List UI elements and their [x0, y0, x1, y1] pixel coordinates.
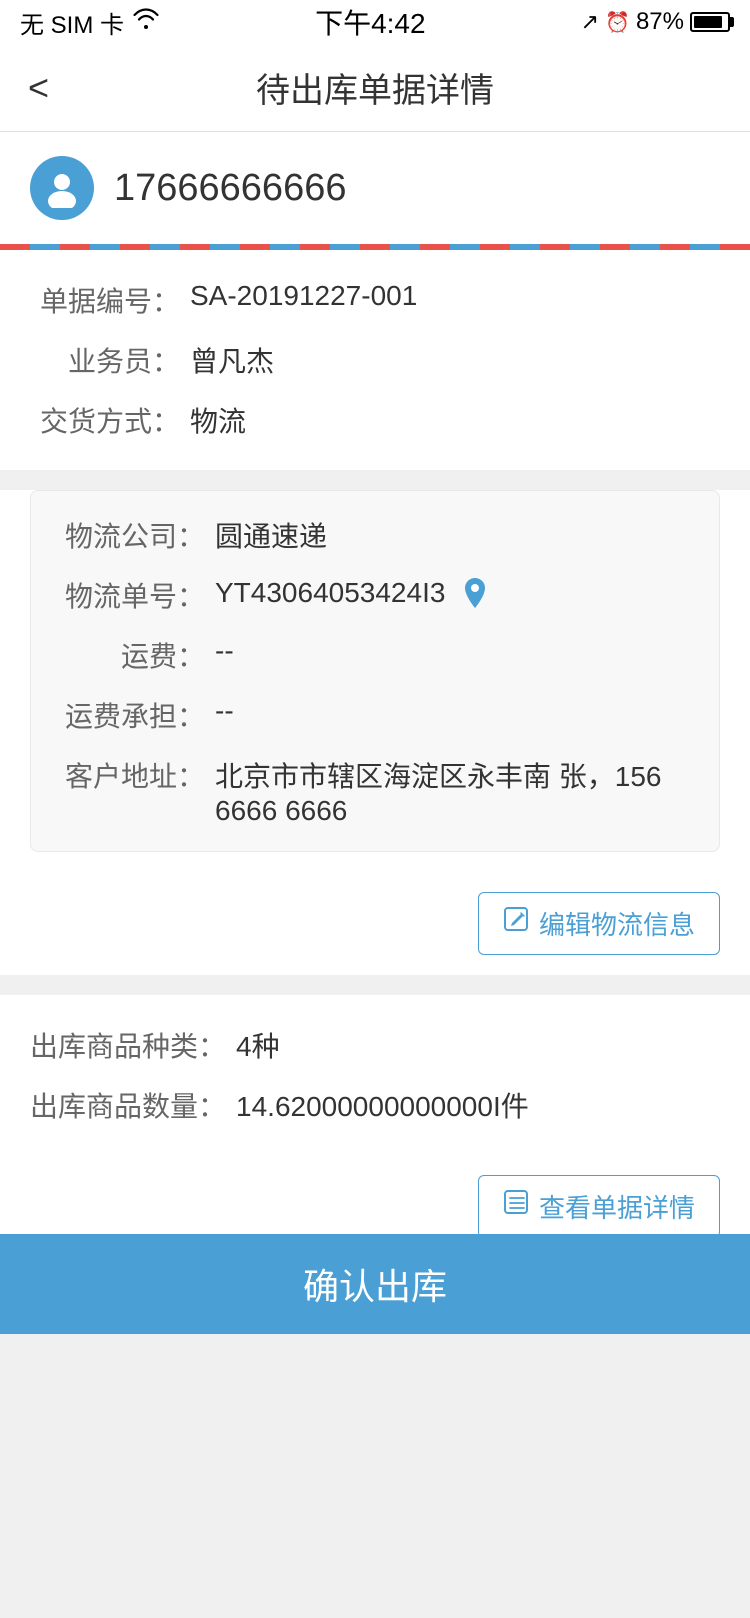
alarm-icon: ⏰: [605, 10, 630, 35]
avatar: [30, 156, 94, 220]
address-label: 客户地址：: [55, 755, 205, 795]
logistics-tracking-row: 物流单号： YT43064053424I3: [55, 575, 695, 615]
order-no-row: 单据编号： SA-20191227-001: [30, 280, 720, 320]
goods-type-label: 出库商品种类：: [30, 1025, 226, 1065]
address-value: 北京市市辖区海淀区永丰南 张，156 6666 6666: [215, 755, 695, 827]
back-button[interactable]: <: [28, 67, 49, 109]
logistics-company-label: 物流公司：: [55, 515, 205, 555]
logistics-company-value: 圆通速递: [215, 515, 695, 555]
address-row: 客户地址： 北京市市辖区海淀区永丰南 张，156 6666 6666: [55, 755, 695, 827]
page-title: 待出库单据详情: [256, 63, 494, 112]
goods-type-row: 出库商品种类： 4种: [30, 1025, 720, 1065]
order-no-value: SA-20191227-001: [190, 280, 720, 312]
goods-quantity-value: 14.62000000000000I件: [236, 1085, 720, 1125]
goods-quantity-row: 出库商品数量： 14.62000000000000I件: [30, 1085, 720, 1125]
battery-percent: 87%: [636, 8, 684, 36]
delivery-label: 交货方式：: [30, 400, 180, 440]
salesman-row: 业务员： 曾凡杰: [30, 340, 720, 380]
logistics-tracking-value-container: YT43064053424I3: [215, 575, 695, 611]
freight-label: 运费：: [55, 635, 205, 675]
basic-info-section: 单据编号： SA-20191227-001 业务员： 曾凡杰 交货方式： 物流: [0, 250, 750, 470]
main-content: 17666666666 单据编号： SA-20191227-001 业务员： 曾…: [0, 132, 750, 1618]
delivery-row: 交货方式： 物流: [30, 400, 720, 440]
salesman-value: 曾凡杰: [190, 340, 720, 380]
edit-icon: [503, 906, 531, 941]
freight-bearer-value: --: [215, 695, 695, 727]
status-right: ↗ ⏰ 87%: [581, 8, 730, 36]
nav-bar: < 待出库单据详情: [0, 44, 750, 132]
list-icon: [503, 1189, 531, 1224]
freight-bearer-label: 运费承担：: [55, 695, 205, 735]
wifi-icon: [132, 8, 160, 37]
map-pin-icon[interactable]: [457, 575, 493, 611]
salesman-label: 业务员：: [30, 340, 180, 380]
logistics-company-row: 物流公司： 圆通速递: [55, 515, 695, 555]
user-header: 17666666666: [0, 132, 750, 244]
goods-type-value: 4种: [236, 1025, 720, 1065]
section-divider-1: [0, 975, 750, 995]
logistics-tracking-value: YT43064053424I3: [215, 577, 445, 609]
location-status-icon: ↗: [581, 9, 599, 35]
delivery-value: 物流: [190, 400, 720, 440]
freight-bearer-row: 运费承担： --: [55, 695, 695, 735]
logistics-wrapper: 物流公司： 圆通速递 物流单号： YT43064053424I3 运费：: [0, 490, 750, 975]
status-time: 下午4:42: [315, 2, 426, 42]
user-avatar-icon: [42, 168, 82, 208]
edit-logistics-label: 编辑物流信息: [539, 905, 695, 942]
goods-section: 出库商品种类： 4种 出库商品数量： 14.62000000000000I件: [0, 995, 750, 1155]
order-no-label: 单据编号：: [30, 280, 180, 320]
freight-row: 运费： --: [55, 635, 695, 675]
logistics-tracking-label: 物流单号：: [55, 575, 205, 615]
battery-icon: [690, 12, 730, 32]
view-detail-label: 查看单据详情: [539, 1188, 695, 1225]
confirm-button[interactable]: 确认出库: [0, 1234, 750, 1334]
edit-btn-container: 编辑物流信息: [0, 872, 750, 975]
status-left: 无 SIM 卡: [20, 5, 160, 40]
carrier-text: 无 SIM 卡: [20, 5, 124, 40]
confirm-button-label: 确认出库: [303, 1258, 447, 1310]
status-bar: 无 SIM 卡 下午4:42 ↗ ⏰ 87%: [0, 0, 750, 44]
user-phone: 17666666666: [114, 167, 346, 210]
goods-quantity-label: 出库商品数量：: [30, 1085, 226, 1125]
logistics-card: 物流公司： 圆通速递 物流单号： YT43064053424I3 运费：: [30, 490, 720, 852]
edit-logistics-button[interactable]: 编辑物流信息: [478, 892, 720, 955]
view-detail-button[interactable]: 查看单据详情: [478, 1175, 720, 1238]
freight-value: --: [215, 635, 695, 667]
